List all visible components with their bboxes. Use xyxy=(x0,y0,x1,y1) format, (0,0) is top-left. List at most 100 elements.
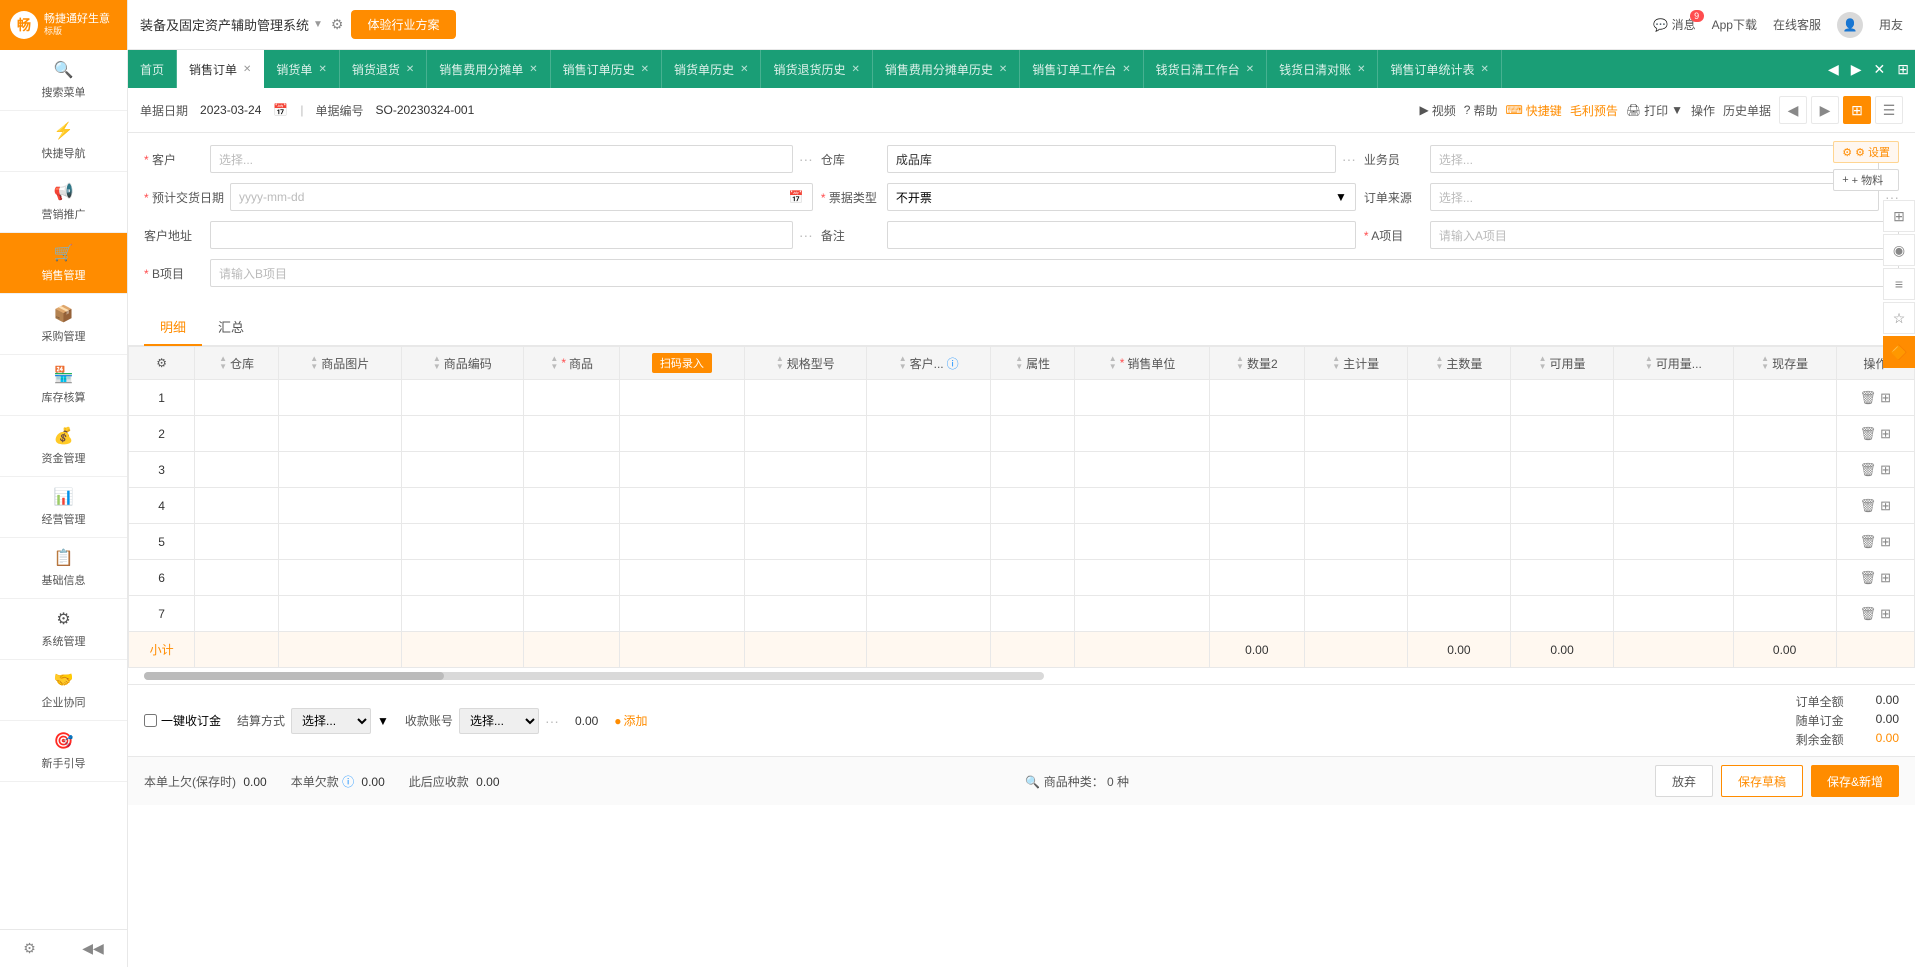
row-3-copy-btn[interactable]: ⊞ xyxy=(1880,462,1891,478)
row-6-product[interactable] xyxy=(524,560,620,596)
row-3-attr[interactable] xyxy=(991,452,1075,488)
print-link[interactable]: 🖨 打印 ▼ xyxy=(1626,102,1683,119)
row-7-image[interactable] xyxy=(279,596,402,632)
tab-return-history[interactable]: 销货退货历史 ✕ xyxy=(761,50,872,88)
sidebar-item-base[interactable]: 📋 基础信息 xyxy=(0,538,127,599)
warehouse-input[interactable]: 成品库 xyxy=(887,145,1336,173)
sidebar-item-marketing[interactable]: 📢 营销推广 xyxy=(0,172,127,233)
a-project-input[interactable]: 请输入A项目 xyxy=(1430,221,1899,249)
row-3-qty2[interactable] xyxy=(1210,452,1305,488)
row-4-spec[interactable] xyxy=(744,488,867,524)
sidebar-item-sales[interactable]: 🛒 销售管理 xyxy=(0,233,127,294)
row-6-unit[interactable] xyxy=(1075,560,1210,596)
row-1-stock[interactable] xyxy=(1733,380,1836,416)
row-1-code[interactable] xyxy=(401,380,524,416)
sidebar-item-purchase[interactable]: 📦 采购管理 xyxy=(0,294,127,355)
row-7-avail2[interactable] xyxy=(1614,596,1733,632)
row-2-stock[interactable] xyxy=(1733,416,1836,452)
avatar[interactable]: 👤 xyxy=(1837,12,1863,38)
tab-expense-history-close[interactable]: ✕ xyxy=(999,64,1007,75)
row-6-avail[interactable] xyxy=(1511,560,1614,596)
row-5-avail2[interactable] xyxy=(1614,524,1733,560)
add-material-btn[interactable]: + + 物料 xyxy=(1833,169,1899,191)
row-2-product[interactable] xyxy=(524,416,620,452)
row-5-unit[interactable] xyxy=(1075,524,1210,560)
row-2-code[interactable] xyxy=(401,416,524,452)
sidebar-item-inventory[interactable]: 🏪 库存核算 xyxy=(0,355,127,416)
row-6-qty2[interactable] xyxy=(1210,560,1305,596)
tab-order-history[interactable]: 销售订单历史 ✕ xyxy=(551,50,662,88)
topbar-gear-icon[interactable]: ⚙ xyxy=(331,16,344,33)
row-7-stock[interactable] xyxy=(1733,596,1836,632)
tab-home[interactable]: 首页 xyxy=(128,50,177,88)
row-1-main-uom[interactable] xyxy=(1304,380,1407,416)
row-4-delete-btn[interactable]: 🗑 xyxy=(1860,498,1877,514)
row-4-stock[interactable] xyxy=(1733,488,1836,524)
row-1-main-qty[interactable] xyxy=(1407,380,1510,416)
row-4-cref[interactable] xyxy=(867,488,991,524)
delivery-input[interactable]: yyyy-mm-dd 📅 xyxy=(230,183,813,211)
float-btn-1[interactable]: ⊞ xyxy=(1883,200,1915,232)
history-link[interactable]: 历史单据 xyxy=(1723,102,1771,119)
row-5-muom[interactable] xyxy=(1304,524,1407,560)
sidebar-item-guide[interactable]: 🎯 新手引导 xyxy=(0,721,127,782)
settlement-select[interactable]: 选择... xyxy=(291,708,371,734)
row-4-avail[interactable] xyxy=(1511,488,1614,524)
row-6-copy-btn[interactable]: ⊞ xyxy=(1880,570,1891,586)
row-5-warehouse[interactable] xyxy=(195,524,279,560)
tab-order-history-close[interactable]: ✕ xyxy=(641,64,649,75)
row-3-stock[interactable] xyxy=(1733,452,1836,488)
tab-prev-btn[interactable]: ◀ xyxy=(1822,50,1845,88)
row-4-unit[interactable] xyxy=(1075,488,1210,524)
row-5-delete-btn[interactable]: 🗑 xyxy=(1860,534,1877,550)
row-5-image[interactable] xyxy=(279,524,402,560)
tab-expense-split[interactable]: 销售费用分摊单 ✕ xyxy=(427,50,550,88)
panel-view-btn2[interactable]: ▶ xyxy=(1811,96,1839,124)
customer-dots[interactable]: ··· xyxy=(799,151,813,167)
row-7-cref[interactable] xyxy=(867,596,991,632)
row-3-avail[interactable] xyxy=(1511,452,1614,488)
row-3-unit[interactable] xyxy=(1075,452,1210,488)
settings-btn[interactable]: ⚙ ⚙ 设置 xyxy=(1833,141,1899,163)
float-btn-2[interactable]: ◉ xyxy=(1883,234,1915,266)
row-6-delete-btn[interactable]: 🗑 xyxy=(1860,570,1877,586)
account-dots[interactable]: ··· xyxy=(545,713,559,729)
row-4-warehouse[interactable] xyxy=(195,488,279,524)
row-2-attribute[interactable] xyxy=(991,416,1075,452)
tab-expense-split-close[interactable]: ✕ xyxy=(529,64,537,75)
address-dots[interactable]: ··· xyxy=(799,227,813,243)
address-input[interactable] xyxy=(210,221,793,249)
float-btn-3[interactable]: ≡ xyxy=(1883,268,1915,300)
save-draft-btn[interactable]: 保存草稿 xyxy=(1721,765,1803,797)
app-download-link[interactable]: App下载 xyxy=(1712,16,1757,33)
help-link[interactable]: ? 帮助 xyxy=(1464,102,1498,119)
tab-expand-btn[interactable]: ⊞ xyxy=(1891,50,1915,88)
row-2-main-uom[interactable] xyxy=(1304,416,1407,452)
row-3-image[interactable] xyxy=(279,452,402,488)
row-5-stock[interactable] xyxy=(1733,524,1836,560)
panel-view-btn1[interactable]: ◀ xyxy=(1779,96,1807,124)
sidebar-item-search[interactable]: 🔍 搜索菜单 xyxy=(0,50,127,111)
row-7-spec[interactable] xyxy=(744,596,867,632)
row-1-qty2[interactable] xyxy=(1210,380,1305,416)
tab-sales-history-close[interactable]: ✕ xyxy=(740,64,748,75)
row-1-attribute[interactable] xyxy=(991,380,1075,416)
row-1-customer-ref[interactable] xyxy=(867,380,991,416)
row-5-spec[interactable] xyxy=(744,524,867,560)
row-3-delete-btn[interactable]: 🗑 xyxy=(1860,462,1877,478)
row-3-muom[interactable] xyxy=(1304,452,1407,488)
row-3-warehouse[interactable] xyxy=(195,452,279,488)
add-settlement-btn[interactable]: ● 添加 xyxy=(614,712,647,729)
sidebar-item-quick[interactable]: ⚡ 快捷导航 xyxy=(0,111,127,172)
row-4-qty2[interactable] xyxy=(1210,488,1305,524)
row-6-scan[interactable] xyxy=(620,560,744,596)
row-4-image[interactable] xyxy=(279,488,402,524)
row-2-qty2[interactable] xyxy=(1210,416,1305,452)
row-6-cref[interactable] xyxy=(867,560,991,596)
row-4-scan[interactable] xyxy=(620,488,744,524)
tab-next-btn[interactable]: ▶ xyxy=(1845,50,1868,88)
row-6-spec[interactable] xyxy=(744,560,867,596)
tab-more-btn[interactable]: ✕ xyxy=(1868,50,1892,88)
row-1-image[interactable] xyxy=(279,380,402,416)
row-4-product[interactable] xyxy=(524,488,620,524)
